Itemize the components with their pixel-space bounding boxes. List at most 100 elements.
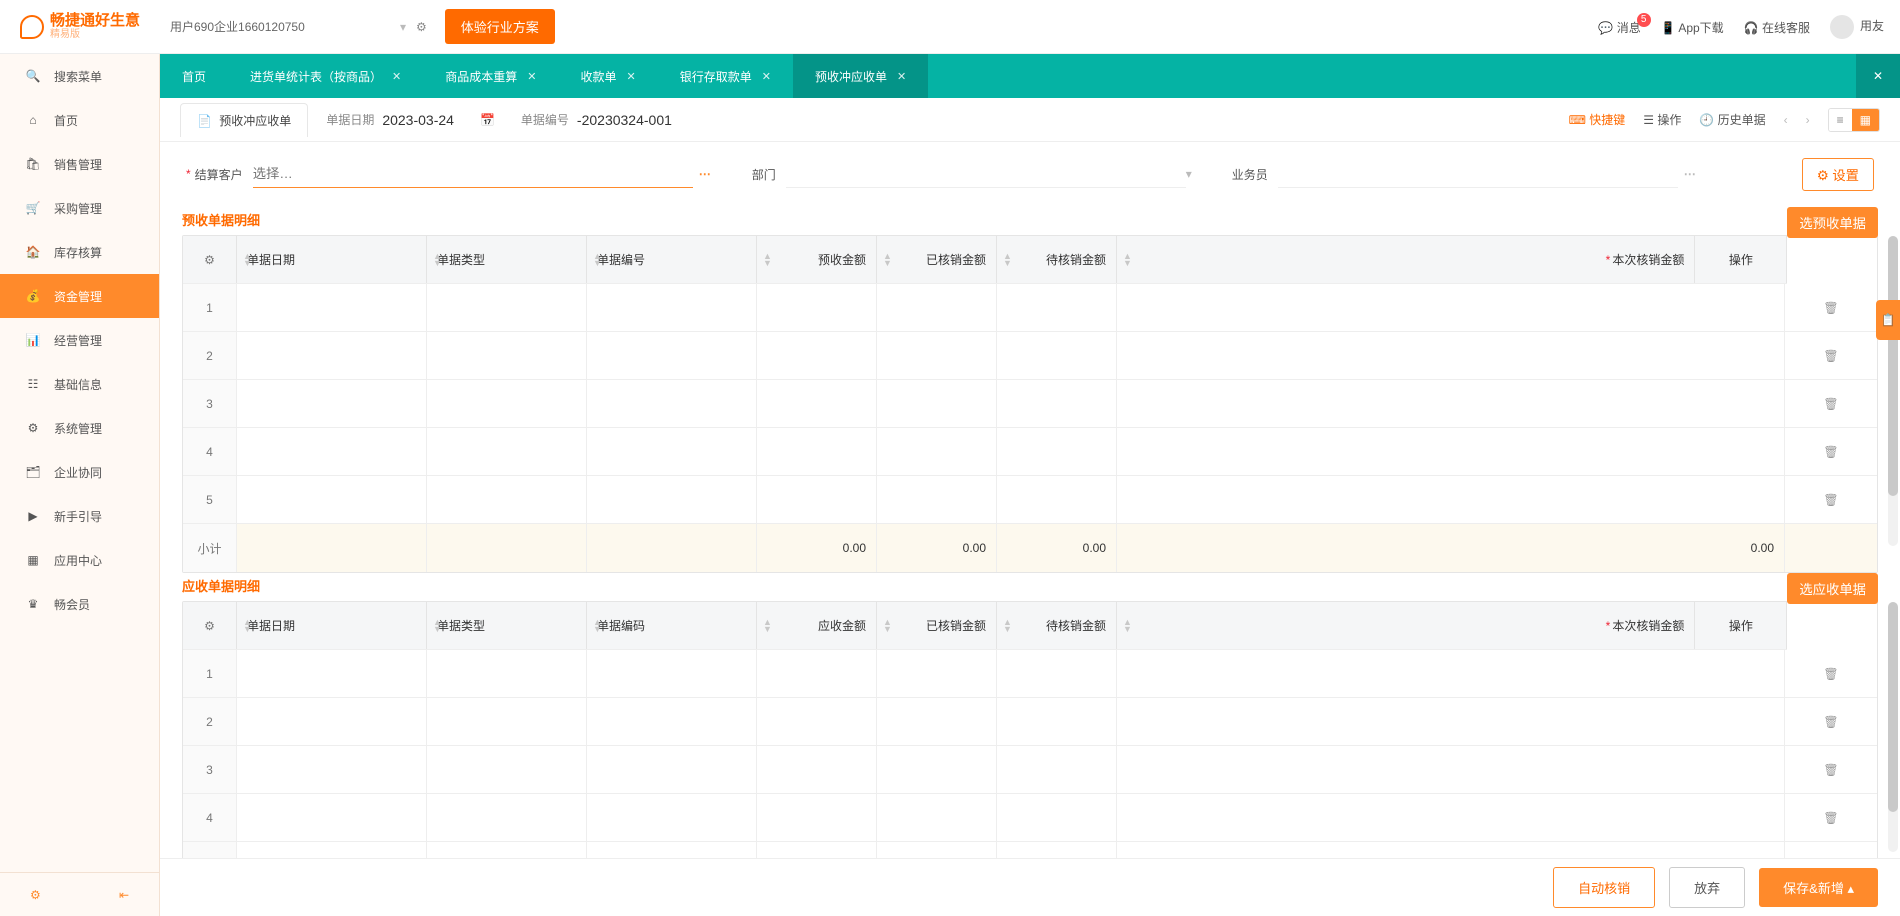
sidebar-item-search[interactable]: 🔍搜索菜单 (0, 54, 159, 98)
cell[interactable] (237, 428, 427, 475)
cell[interactable] (237, 746, 427, 793)
sidebar-item-ops[interactable]: 📊经营管理 (0, 318, 159, 362)
row-delete[interactable]: 🗑 (1785, 746, 1877, 793)
messages-link[interactable]: 💬 消息 5 (1598, 19, 1640, 36)
sidebar-item-fund[interactable]: 💰资金管理 (0, 274, 159, 318)
row-delete[interactable]: 🗑 (1785, 698, 1877, 745)
col-已核销金额[interactable]: ▲▼已核销金额 (877, 236, 997, 283)
dept-input[interactable] (786, 160, 1186, 188)
cell[interactable] (997, 698, 1117, 745)
cell[interactable] (1117, 380, 1785, 427)
cell[interactable] (877, 650, 997, 697)
operate-link[interactable]: ☰ 操作 (1643, 111, 1681, 128)
cell[interactable] (237, 380, 427, 427)
col-单据类型[interactable]: ▲▼单据类型 (427, 602, 587, 649)
cell[interactable] (757, 650, 877, 697)
cell[interactable] (877, 332, 997, 379)
receivable-scrollbar[interactable] (1888, 602, 1898, 852)
col-单据编码[interactable]: ▲▼单据编码 (587, 602, 757, 649)
table-row[interactable]: 3🗑 (183, 746, 1877, 794)
cell[interactable] (427, 746, 587, 793)
tab-预收冲应收单[interactable]: 预收冲应收单✕ (793, 54, 928, 98)
cell[interactable] (757, 476, 877, 523)
side-drawer-toggle[interactable]: 📋 (1876, 300, 1900, 340)
cell[interactable] (1117, 794, 1785, 841)
sidebar-item-sys[interactable]: ⚙系统管理 (0, 406, 159, 450)
cell[interactable] (757, 428, 877, 475)
cell[interactable] (587, 794, 757, 841)
shortcut-link[interactable]: ⌨ 快捷键 (1569, 111, 1626, 128)
row-delete[interactable]: 🗑 (1785, 284, 1877, 331)
row-delete[interactable]: 🗑 (1785, 428, 1877, 475)
cell[interactable] (237, 476, 427, 523)
cell[interactable] (757, 794, 877, 841)
cell[interactable] (587, 746, 757, 793)
col-单据日期[interactable]: ▲▼单据日期 (237, 236, 427, 283)
cell[interactable] (587, 284, 757, 331)
cell[interactable] (997, 476, 1117, 523)
sidebar-item-buy[interactable]: 🛒采购管理 (0, 186, 159, 230)
sidebar-item-apps[interactable]: ▦应用中心 (0, 538, 159, 582)
cell[interactable] (1117, 650, 1785, 697)
cell[interactable] (877, 698, 997, 745)
cell[interactable] (997, 746, 1117, 793)
col-应收金额[interactable]: ▲▼应收金额 (757, 602, 877, 649)
history-link[interactable]: 🕘 历史单据 (1699, 111, 1765, 128)
cell[interactable] (877, 746, 997, 793)
cell[interactable] (427, 380, 587, 427)
col-单据编号[interactable]: ▲▼单据编号 (587, 236, 757, 283)
cell[interactable] (877, 476, 997, 523)
cell[interactable] (757, 380, 877, 427)
cell[interactable] (427, 698, 587, 745)
close-icon[interactable]: ✕ (392, 70, 401, 83)
cell[interactable] (587, 428, 757, 475)
col-已核销金额[interactable]: ▲▼已核销金额 (877, 602, 997, 649)
close-all-tabs[interactable]: ✕ (1856, 54, 1900, 98)
cell[interactable] (877, 284, 997, 331)
tenant-selector[interactable]: 用户690企业1660120750 ▾ (170, 18, 416, 35)
cell[interactable] (757, 332, 877, 379)
cell[interactable] (587, 476, 757, 523)
sidebar-item-coop[interactable]: 🗂企业协同 (0, 450, 159, 494)
close-icon[interactable]: ✕ (897, 70, 906, 83)
column-config-icon[interactable]: ⚙ (183, 236, 237, 283)
cell[interactable] (997, 284, 1117, 331)
sidebar-item-base[interactable]: ☷基础信息 (0, 362, 159, 406)
try-solution-button[interactable]: 体验行业方案 (445, 9, 555, 44)
clerk-input[interactable] (1278, 160, 1678, 188)
cell[interactable] (877, 380, 997, 427)
sidebar-collapse-icon[interactable]: ⇤ (119, 888, 129, 902)
cell[interactable] (877, 794, 997, 841)
app-download-link[interactable]: 📱 App下载 (1661, 19, 1724, 36)
cell[interactable] (237, 698, 427, 745)
nav-next-icon[interactable]: › (1806, 113, 1810, 127)
cell[interactable] (757, 698, 877, 745)
tab-首页[interactable]: 首页 (160, 54, 228, 98)
sidebar-settings-icon[interactable]: ⚙ (30, 888, 41, 902)
table-row[interactable]: 3🗑 (183, 380, 1877, 428)
cell[interactable] (757, 284, 877, 331)
clerk-lookup-icon[interactable]: ⋯ (1684, 167, 1697, 181)
cell[interactable] (997, 332, 1117, 379)
cell[interactable] (237, 650, 427, 697)
col-单据日期[interactable]: ▲▼单据日期 (237, 602, 427, 649)
cell[interactable] (427, 332, 587, 379)
table-row[interactable]: 4🗑 (183, 428, 1877, 476)
sidebar-item-vip[interactable]: ♛畅会员 (0, 582, 159, 626)
cell[interactable] (587, 332, 757, 379)
current-user[interactable]: 用友 (1830, 15, 1884, 39)
close-icon[interactable]: ✕ (527, 70, 536, 83)
cell[interactable] (1117, 698, 1785, 745)
cell[interactable] (997, 380, 1117, 427)
col-预收金额[interactable]: ▲▼预收金额 (757, 236, 877, 283)
cell[interactable] (427, 650, 587, 697)
cell[interactable] (1117, 332, 1785, 379)
cell[interactable] (1117, 428, 1785, 475)
sidebar-item-home[interactable]: ⌂首页 (0, 98, 159, 142)
col-单据类型[interactable]: ▲▼单据类型 (427, 236, 587, 283)
col-待核销金额[interactable]: ▲▼待核销金额 (997, 602, 1117, 649)
cell[interactable] (427, 794, 587, 841)
row-delete[interactable]: 🗑 (1785, 380, 1877, 427)
table-row[interactable]: 5🗑 (183, 476, 1877, 524)
setting-button[interactable]: ⚙ 设置 (1802, 158, 1874, 191)
